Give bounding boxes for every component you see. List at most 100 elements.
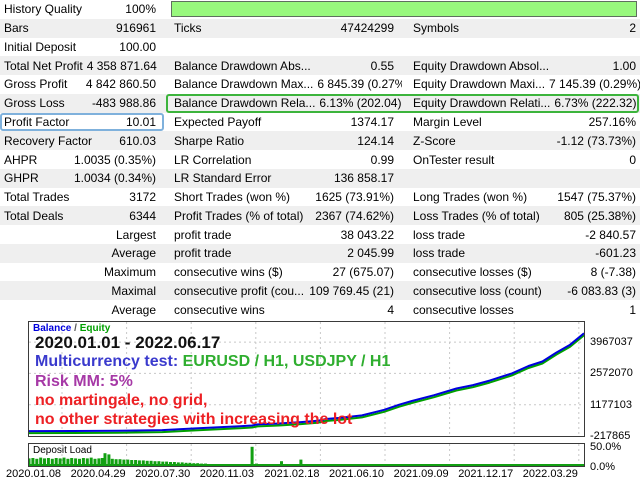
annotation-risk: Risk MM: 5% <box>35 373 133 390</box>
annotation-date-range: 2020.01.01 - 2022.06.17 <box>35 333 221 352</box>
table-row: Average consecutive wins 4 consecutive loss… <box>0 300 640 320</box>
stat-label: Profit Trades (% of total) <box>174 208 304 223</box>
x-axis-label: 2022.03.29 <box>522 468 578 480</box>
stat-label: Total Trades <box>4 190 70 205</box>
stat-value: 4 358 871.64 <box>86 58 157 73</box>
stat-value: 0.99 <box>370 152 394 167</box>
stat-value: 124.14 <box>357 133 394 148</box>
stat-value: 805 (25.38%) <box>563 208 636 223</box>
table-row: Average profit trade 2 045.99 loss trade -60… <box>0 243 640 263</box>
stat-label: consecutive wins <box>174 302 265 317</box>
stat-cell: Average <box>0 246 163 260</box>
stat-label: Balance Drawdown Abs... <box>174 58 311 73</box>
stat-cell: Initial Deposit 100.00 <box>0 40 163 54</box>
stat-value: 6.13% (202.04) <box>319 96 402 111</box>
stat-cell: Z-Score -1.12 (73.73%) <box>402 134 640 148</box>
annotation-multicurrency-label: Multicurrency test: <box>35 353 183 370</box>
stat-value: 38 043.22 <box>340 227 394 242</box>
y-axis-label: 2572070 <box>590 367 633 380</box>
balance-equity-chart[interactable]: Balance / Equity 2020.01.01 - 2022.06.17… <box>28 321 585 437</box>
stat-label: Long Trades (won %) <box>413 190 528 205</box>
stat-label: Equity Drawdown Absol... <box>413 58 550 73</box>
stat-value: 1547 (75.37%) <box>557 190 636 205</box>
stat-cell: consecutive wins ($) 27 (675.07) <box>163 265 402 279</box>
deposit-load-label: Deposit Load <box>33 445 92 456</box>
stat-cell: Recovery Factor 610.03 <box>0 134 163 148</box>
stat-cell: Maximal <box>0 284 163 298</box>
table-row: Total Trades 3172 Short Trades (won %) 1625… <box>0 187 640 207</box>
stat-cell: Equity Drawdown Maxi... 7 145.39 (0.29%) <box>402 77 640 91</box>
stat-value: 136 858.17 <box>333 171 394 186</box>
stat-value: 109 769.45 (21) <box>309 283 394 298</box>
stat-value: 257.16% <box>588 114 636 129</box>
stat-cell: consecutive wins 4 <box>163 303 402 317</box>
stat-label: Initial Deposit <box>4 39 77 54</box>
x-axis-label: 2020.04.29 <box>70 468 126 480</box>
stat-label: consecutive loss (count) <box>413 283 542 298</box>
stat-cell: consecutive profit (cou... 109 769.45 (21… <box>163 284 402 298</box>
stat-value: 2367 (74.62%) <box>315 208 394 223</box>
x-axis-label: 2020.11.03 <box>199 468 255 480</box>
stat-value: 100.00 <box>119 39 156 54</box>
annotation-no-other-strategies: no other strategies with increasing the … <box>35 411 353 428</box>
x-axis-label: 2020.07.30 <box>135 468 191 480</box>
stat-label: Gross Profit <box>4 77 68 92</box>
stat-value: 1 <box>629 302 636 317</box>
deposit-axis-label: 50.0% <box>590 441 622 453</box>
deposit-load-chart[interactable]: Deposit Load <box>27 443 585 467</box>
stat-label: LR Standard Error <box>174 171 272 186</box>
stat-cell: consecutive losses ($) 8 (-7.38) <box>402 265 640 279</box>
y-axis-label: 1177103 <box>590 398 633 411</box>
table-row: GHPR 1.0034 (0.34%) LR Standard Error 136 8… <box>0 168 640 188</box>
stat-value: 610.03 <box>119 133 156 148</box>
stat-cell: History Quality 100% <box>0 2 163 16</box>
deposit-axis-label: 0.0% <box>590 461 616 473</box>
table-row: Maximum consecutive wins ($) 27 (675.07) co… <box>0 262 640 282</box>
stat-cell: Equity Drawdown Absol... 1.00 <box>402 59 640 73</box>
stat-value: 1.00 <box>612 58 636 73</box>
stat-label: Equity Drawdown Maxi... <box>413 77 546 92</box>
stat-cell: Bars 916961 <box>0 21 163 35</box>
stat-value: Average <box>111 246 156 261</box>
stat-value: 4 842 860.50 <box>85 77 156 92</box>
stat-label: Ticks <box>174 21 202 36</box>
stat-cell: Profit Factor 10.01 <box>0 115 163 129</box>
stat-label: loss trade <box>413 227 466 242</box>
stat-label: Profit Factor <box>4 114 70 129</box>
table-row: Gross Loss -483 988.86 Balance Drawdown Re… <box>0 93 640 113</box>
stat-value: 0 <box>629 152 636 167</box>
stat-label: Total Deals <box>4 208 64 223</box>
stat-value: 1625 (73.91%) <box>315 190 394 205</box>
stat-cell: profit trade 38 043.22 <box>163 228 402 242</box>
stat-cell: Average <box>0 303 163 317</box>
stat-cell: Long Trades (won %) 1547 (75.37%) <box>402 190 640 204</box>
stat-value: 100% <box>125 2 156 17</box>
stat-cell: consecutive losses 1 <box>402 303 640 317</box>
stat-cell: Short Trades (won %) 1625 (73.91%) <box>163 190 402 204</box>
stat-label: Expected Payoff <box>174 114 262 129</box>
stat-label: consecutive losses ($) <box>413 265 532 280</box>
stat-value: -601.23 <box>595 246 636 261</box>
x-axis-label: 2021.12.17 <box>458 468 514 480</box>
stat-value: 27 (675.07) <box>332 265 394 280</box>
stat-cell: consecutive loss (count) -6 083.83 (3) <box>402 284 640 298</box>
stat-value: 1.0034 (0.34%) <box>73 171 156 186</box>
stat-cell: Total Trades 3172 <box>0 190 163 204</box>
tester-report-table: History Quality 100% Bars 916961 Ticks 474242… <box>0 0 640 320</box>
x-axis-label: 2021.09.09 <box>393 468 449 480</box>
stat-cell: Gross Profit 4 842 860.50 <box>0 77 163 91</box>
stat-cell: Balance Drawdown Rela... 6.13% (202.04) <box>163 96 402 110</box>
stat-cell: loss trade -601.23 <box>402 246 640 260</box>
table-row: Total Net Profit 4 358 871.64 Balance Draw… <box>0 56 640 76</box>
table-row: Bars 916961 Ticks 47424299 Symbols 2 <box>0 18 640 38</box>
stat-value: 6344 <box>129 208 156 223</box>
stat-value: -483 988.86 <box>91 96 156 111</box>
stat-value: 10.01 <box>125 114 156 129</box>
stat-label: Symbols <box>413 21 460 36</box>
annotation-no-martingale: no martingale, no grid, <box>35 392 208 409</box>
table-row: Maximal consecutive profit (cou... 109 769… <box>0 281 640 301</box>
stat-value: -6 083.83 (3) <box>567 283 636 298</box>
stat-value: 47424299 <box>340 21 394 36</box>
stat-value: -1.12 (73.73%) <box>556 133 636 148</box>
stat-cell: Total Deals 6344 <box>0 209 163 223</box>
